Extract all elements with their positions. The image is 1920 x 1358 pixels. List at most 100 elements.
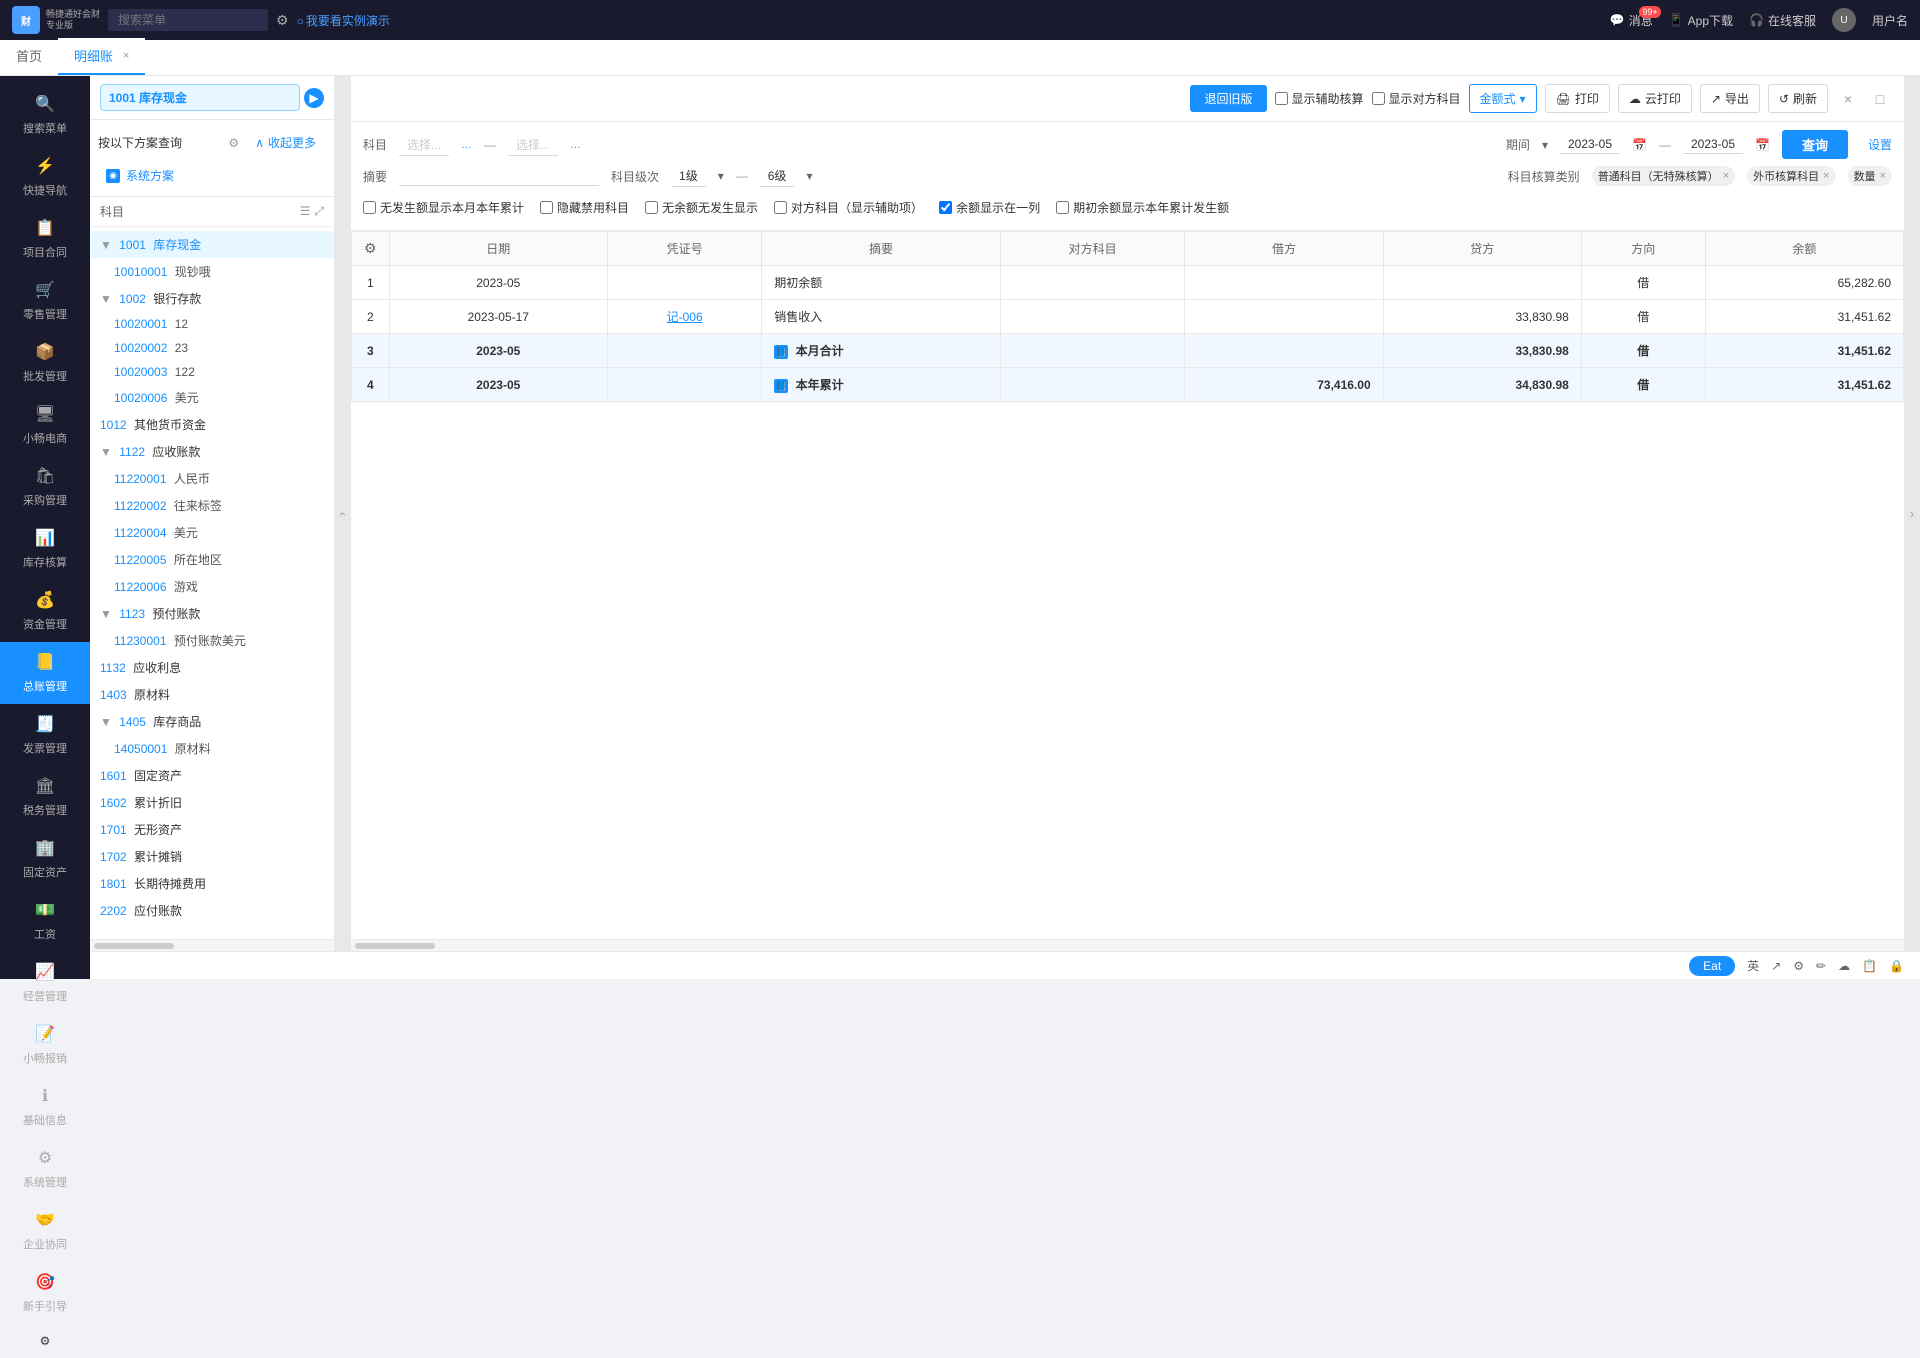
tree-node-14050001[interactable]: 14050001 原材料: [90, 735, 334, 762]
left-panel-scroll[interactable]: [90, 939, 334, 951]
status-clipboard-icon[interactable]: 📋: [1862, 959, 1877, 973]
right-panel-toggle[interactable]: ›: [1904, 76, 1920, 951]
settings-link[interactable]: 设置: [1868, 136, 1892, 153]
sidebar-item-management[interactable]: 📈 经营管理: [0, 952, 90, 1014]
tree-node-1123[interactable]: ▼ 1123 预付账款: [90, 600, 334, 627]
tree-node-1012[interactable]: 1012 其他货币资金: [90, 411, 334, 438]
tree-node-11230001[interactable]: 11230001 预付账款美元: [90, 627, 334, 654]
panel-toggle[interactable]: ‹: [335, 76, 351, 951]
cb-balance-one-col[interactable]: 余额显示在一列: [939, 199, 1040, 216]
cb-opening-balance[interactable]: 期初余额显示本年累计发生额: [1056, 199, 1229, 216]
sidebar-item-collab[interactable]: 🤝 企业协同: [0, 1200, 90, 1262]
sidebar-item-search[interactable]: 🔍 搜索菜单: [0, 84, 90, 146]
tree-node-1801[interactable]: 1801 长期待摊费用: [90, 870, 334, 897]
level-end-input[interactable]: 6级: [760, 165, 795, 187]
cloud-print-button[interactable]: ☁ 云打印: [1618, 84, 1692, 113]
period-start-input[interactable]: 2023-05: [1560, 135, 1620, 154]
level-end-chevron-icon[interactable]: ▾: [806, 169, 812, 183]
cb-opposite-subject[interactable]: 对方科目（显示辅助项）: [774, 199, 923, 216]
period-end-input[interactable]: 2023-05: [1683, 135, 1743, 154]
tree-node-11220002[interactable]: 11220002 往来标签: [90, 492, 334, 519]
tree-node-1403[interactable]: 1403 原材料: [90, 681, 334, 708]
show-auxiliary-checkbox[interactable]: 显示辅助核算: [1275, 90, 1364, 107]
export-button[interactable]: ↗ 导出: [1700, 84, 1760, 113]
sidebar-item-salary[interactable]: 💵 工资: [0, 890, 90, 952]
tree-node-1002[interactable]: ▼ 1002 银行存款: [90, 285, 334, 312]
tree-node-1602[interactable]: 1602 累计折旧: [90, 789, 334, 816]
subject-end-input[interactable]: 选择...: [508, 134, 558, 156]
tree-node-1601[interactable]: 1601 固定资产: [90, 762, 334, 789]
tree-node-11220004[interactable]: 11220004 美元: [90, 519, 334, 546]
calendar-end-icon[interactable]: 📅: [1755, 138, 1770, 152]
table-gear-icon[interactable]: ⚙: [364, 240, 377, 256]
sidebar-item-assets[interactable]: 🏢 固定资产: [0, 828, 90, 890]
cb-no-balance[interactable]: 无余额无发生显示: [645, 199, 758, 216]
calendar-start-icon[interactable]: 📅: [1632, 138, 1647, 152]
status-edit-icon[interactable]: ✏: [1816, 959, 1826, 973]
sidebar-item-guide[interactable]: 🎯 新手引导: [0, 1262, 90, 1324]
nav-arrow-button[interactable]: ▶: [304, 88, 324, 108]
tree-expand-icon[interactable]: ⤢: [314, 204, 324, 219]
table-bottom-scroll[interactable]: [351, 939, 1904, 951]
account-tree[interactable]: ▼ 1001 库存现金 10010001 现钞哦 ▼ 1002 银行存款 1: [90, 227, 334, 939]
sidebar-settings[interactable]: ⚙: [30, 1324, 61, 1358]
status-cloud-icon[interactable]: ☁: [1838, 959, 1850, 973]
th-settings[interactable]: ⚙: [352, 232, 390, 266]
sidebar-item-retail[interactable]: 🛒 零售管理: [0, 270, 90, 332]
subject-input[interactable]: 选择...: [399, 134, 449, 156]
query-button[interactable]: 查询: [1782, 130, 1848, 159]
tab-close-icon[interactable]: ×: [123, 50, 129, 62]
online-service-button[interactable]: 🎧 在线客服: [1749, 12, 1816, 29]
tree-node-1405[interactable]: ▼ 1405 库存商品: [90, 708, 334, 735]
tree-node-1122[interactable]: ▼ 1122 应收账款: [90, 438, 334, 465]
sidebar-item-wholesale[interactable]: 📦 批发管理: [0, 332, 90, 394]
summary-input[interactable]: [399, 167, 599, 186]
level-start-input[interactable]: 1级: [671, 165, 706, 187]
format-dropdown[interactable]: 金额式 ▾: [1469, 84, 1537, 113]
query-settings-icon[interactable]: ⚙: [228, 136, 239, 150]
sidebar-item-quicknav[interactable]: ⚡ 快捷导航: [0, 146, 90, 208]
sidebar-item-basicinfo[interactable]: ℹ 基础信息: [0, 1076, 90, 1138]
tag-normal-close[interactable]: ×: [1723, 170, 1729, 182]
refresh-button[interactable]: ↺ 刷新: [1768, 84, 1828, 113]
tree-node-1132[interactable]: 1132 应收利息: [90, 654, 334, 681]
app-download-button[interactable]: 📱 App下载: [1669, 12, 1733, 29]
tree-node-10020003[interactable]: 10020003 122: [90, 360, 334, 384]
tag-foreign-close[interactable]: ×: [1823, 170, 1829, 182]
cb-no-amount[interactable]: 无发生额显示本月本年累计: [363, 199, 524, 216]
sidebar-item-expense[interactable]: 📝 小畅报销: [0, 1014, 90, 1076]
sidebar-item-project[interactable]: 📋 项目合同: [0, 208, 90, 270]
user-avatar[interactable]: U: [1832, 8, 1856, 32]
sidebar-item-inventory[interactable]: 📊 库存核算: [0, 518, 90, 580]
tree-node-11220001[interactable]: 11220001 人民币: [90, 465, 334, 492]
close-button[interactable]: ×: [1836, 87, 1860, 111]
tree-list-icon[interactable]: ☰: [300, 204, 311, 219]
maximize-button[interactable]: □: [1868, 87, 1892, 111]
show-opposite-checkbox[interactable]: 显示对方科目: [1372, 90, 1461, 107]
sidebar-item-ecommerce[interactable]: 🖥 小畅电商: [0, 394, 90, 456]
period-chevron-icon[interactable]: ▾: [1542, 138, 1548, 152]
tree-node-1702[interactable]: 1702 累计摊销: [90, 843, 334, 870]
collapse-button[interactable]: ∧ 收起更多: [245, 128, 326, 157]
subject-more-icon[interactable]: …: [461, 139, 472, 151]
sidebar-item-sysadmin[interactable]: ⚙ 系统管理: [0, 1138, 90, 1200]
sidebar-item-funds[interactable]: 💰 资金管理: [0, 580, 90, 642]
tree-node-2202[interactable]: 2202 应付账款: [90, 897, 334, 924]
scheme-item[interactable]: ◉ 系统方案: [98, 163, 326, 188]
demo-link[interactable]: ○我要看实例演示: [297, 12, 390, 29]
tab-detail[interactable]: 明细账 ×: [58, 38, 145, 75]
sidebar-item-purchase[interactable]: 🛍 采购管理: [0, 456, 90, 518]
sidebar-item-tax[interactable]: 🏛 税务管理: [0, 766, 90, 828]
cb-hide-disabled[interactable]: 隐藏禁用科目: [540, 199, 629, 216]
level-chevron-icon[interactable]: ▾: [718, 169, 724, 183]
eat-button[interactable]: Eat: [1689, 956, 1735, 976]
tree-node-10020001[interactable]: 10020001 12: [90, 312, 334, 336]
cell-voucher[interactable]: 记-006: [607, 300, 761, 334]
subject-end-more-icon[interactable]: …: [570, 139, 581, 151]
print-button[interactable]: 🖨 打印: [1545, 84, 1610, 113]
status-arrow-icon[interactable]: ↗: [1771, 959, 1781, 973]
search-input[interactable]: [108, 9, 268, 31]
account-selector[interactable]: 1001 库存现金: [100, 84, 300, 111]
status-lang-icon[interactable]: 英: [1747, 957, 1759, 974]
message-button[interactable]: 💬 消息 99+: [1610, 12, 1653, 29]
